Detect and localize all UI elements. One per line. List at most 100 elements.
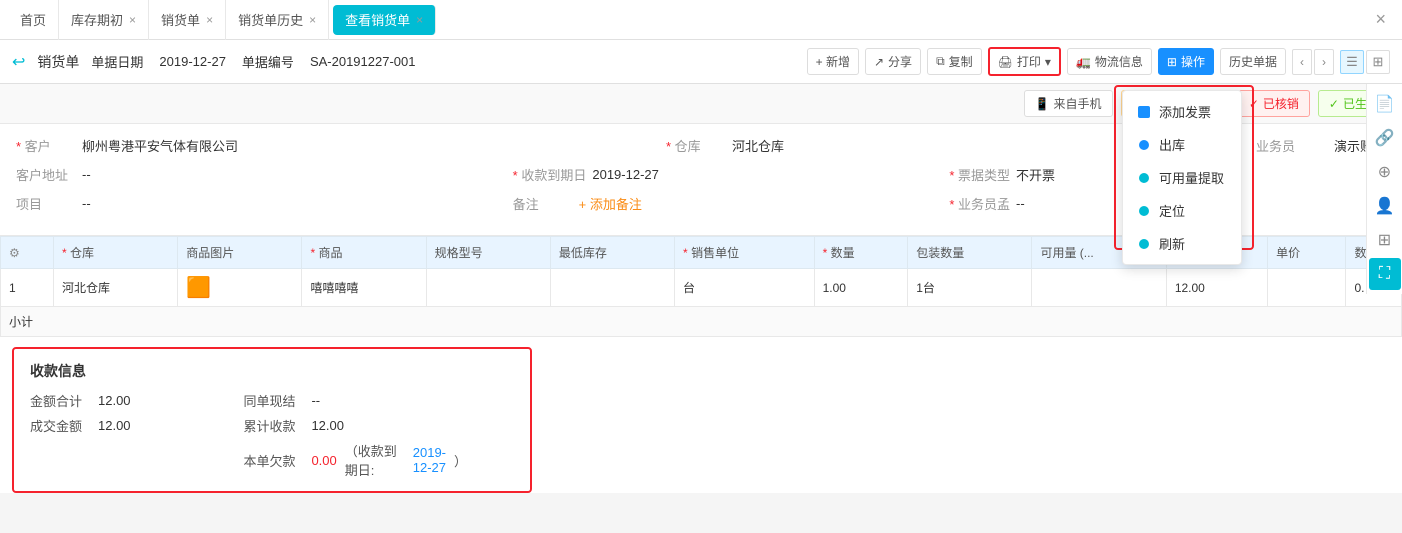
address-field: 客户地址 --: [16, 165, 453, 184]
payment-due-end: ）: [454, 451, 514, 470]
summary-box: 收款信息 金额合计 12.00 同单现结 -- 成交金额 12.00 累计收款 …: [12, 347, 532, 493]
refresh-icon-box: [1137, 237, 1151, 251]
tab-inventory[interactable]: 库存期初 ×: [59, 0, 149, 40]
row-product: 嘻嘻嘻嘻: [302, 269, 426, 307]
row-spec: [426, 269, 550, 307]
row-warehouse: 河北仓库: [54, 269, 178, 307]
tab-sales-history-close[interactable]: ×: [309, 13, 316, 27]
cumulative-payment-item: 累计收款 12.00: [243, 416, 514, 435]
customer-field: 客户 柳州粤港平安气体有限公司: [16, 136, 606, 155]
col-product: * 商品: [302, 237, 426, 269]
copy-icon: ⧉: [936, 54, 945, 69]
refresh-icon: [1139, 239, 1149, 249]
nav-prev[interactable]: ‹: [1292, 49, 1312, 75]
new-button[interactable]: + 新增: [807, 48, 859, 75]
sidebar-add-icon[interactable]: ⊕: [1369, 156, 1401, 188]
refresh-label: 刷新: [1159, 234, 1185, 253]
locate-label: 定位: [1159, 201, 1185, 220]
tab-inventory-label: 库存期初: [71, 10, 123, 29]
outbound-label: 出库: [1159, 135, 1185, 154]
sales-staff-label: 业务员孟: [949, 194, 1010, 213]
same-order-label: 同单现结: [243, 391, 303, 410]
note-label: 备注: [513, 194, 573, 213]
col-qty: * 数量: [814, 237, 908, 269]
operation-dropdown: 添加发票 出库 可用量提取 定位 刷新: [1122, 90, 1242, 265]
from-phone-button[interactable]: 📱 来自手机: [1024, 90, 1113, 117]
ticket-type-value: 不开票: [1016, 165, 1055, 184]
address-value: --: [82, 167, 91, 182]
col-gear: ⚙: [1, 237, 54, 269]
nav-next[interactable]: ›: [1314, 49, 1334, 75]
locate-item[interactable]: 定位: [1123, 194, 1241, 227]
available-qty-icon-box: [1137, 171, 1151, 185]
col-sales-unit: * 销售单位: [675, 237, 815, 269]
outbound-item[interactable]: 出库: [1123, 128, 1241, 161]
tab-view-sales[interactable]: 查看销货单 ×: [333, 5, 436, 35]
number-value: SA-20191227-001: [310, 54, 416, 69]
sidebar-link-icon[interactable]: 🔗: [1369, 122, 1401, 154]
total-amount-item: 金额合计 12.00: [30, 391, 243, 410]
window-close-button[interactable]: ×: [1367, 9, 1394, 30]
tab-sales[interactable]: 销货单 ×: [149, 0, 226, 40]
col-spec: 规格型号: [426, 237, 550, 269]
current-arrears-label: 本单欠款: [243, 451, 303, 470]
tab-sales-label: 销货单: [161, 10, 200, 29]
copy-button[interactable]: ⧉ 复制: [927, 48, 982, 75]
number-label: 单据编号: [242, 52, 294, 71]
gear-icon[interactable]: ⚙: [9, 246, 20, 260]
date-label: 单据日期: [91, 52, 143, 71]
project-label: 项目: [16, 194, 76, 213]
share-button[interactable]: ↗ 分享: [865, 48, 921, 75]
summary-title: 收款信息: [30, 361, 514, 381]
toolbar-meta: 单据日期 2019-12-27 单据编号 SA-20191227-001: [91, 52, 415, 71]
tab-sales-close[interactable]: ×: [206, 13, 213, 27]
operation-button[interactable]: ⊞ 操作: [1158, 48, 1214, 75]
grid-view-button[interactable]: ⊞: [1366, 50, 1390, 74]
row-no: 1: [1, 269, 54, 307]
col-min-stock: 最低库存: [550, 237, 674, 269]
transaction-amount-item: 成交金额 12.00: [30, 416, 243, 435]
add-invoice-item[interactable]: 添加发票: [1123, 95, 1241, 128]
warehouse-value: 河北仓库: [732, 136, 784, 155]
locate-icon: [1139, 206, 1149, 216]
row-sales-unit: 台: [675, 269, 815, 307]
tab-home[interactable]: 首页: [8, 0, 59, 40]
table-row: 1 河北仓库 🟧 嘻嘻嘻嘻 台 1.00 1台 12.00 0.: [1, 269, 1402, 307]
list-view-button[interactable]: ☰: [1340, 50, 1364, 74]
tab-sales-history-label: 销货单历史: [238, 10, 303, 29]
sidebar-grid-icon[interactable]: ⊞: [1369, 224, 1401, 256]
payment-date-value: 2019-12-27: [592, 167, 659, 182]
add-invoice-icon: [1138, 106, 1150, 118]
logistics-button[interactable]: 🚛 物流信息: [1067, 48, 1152, 75]
row-image: 🟧: [178, 269, 302, 307]
current-arrears-item: 本单欠款 0.00 （收款到期日: 2019-12-27 ）: [243, 441, 514, 479]
sidebar-expand-icon[interactable]: ⛶: [1369, 258, 1401, 290]
sidebar-doc-icon[interactable]: 📄: [1369, 88, 1401, 120]
doc-icon: ↩: [12, 52, 25, 72]
refresh-item[interactable]: 刷新: [1123, 227, 1241, 260]
row-min-stock: [550, 269, 674, 307]
view-toggle: ☰ ⊞: [1340, 50, 1390, 74]
row-available: [1032, 269, 1166, 307]
same-order-value: --: [311, 393, 320, 408]
sales-staff-value: --: [1016, 196, 1025, 211]
tab-view-sales-close[interactable]: ×: [416, 13, 423, 27]
history-button[interactable]: 历史单据: [1220, 48, 1286, 75]
right-sidebar: 📄 🔗 ⊕ 👤 ⊞ ⛶: [1366, 84, 1402, 294]
share-icon: ↗: [874, 55, 884, 69]
add-note-button[interactable]: + 添加备注: [579, 194, 642, 213]
transaction-amount-value: 12.00: [98, 418, 131, 433]
sidebar-user-icon[interactable]: 👤: [1369, 190, 1401, 222]
available-qty-item[interactable]: 可用量提取: [1123, 161, 1241, 194]
tab-inventory-close[interactable]: ×: [129, 13, 136, 27]
col-unit-price: 单价: [1268, 237, 1346, 269]
tab-sales-history[interactable]: 销货单历史 ×: [226, 0, 329, 40]
voided-badge: ✓ 已核销: [1238, 90, 1310, 117]
payment-date-label: 收款到期日: [513, 165, 587, 184]
toolbar: ↩ 销货单 单据日期 2019-12-27 单据编号 SA-20191227-0…: [0, 40, 1402, 84]
locate-icon-box: [1137, 204, 1151, 218]
print-button[interactable]: 🖨 打印 ▾: [988, 47, 1061, 76]
doc-title: 销货单: [37, 52, 79, 72]
warehouse-label: 仓库: [666, 136, 726, 155]
subtotal-label: 小计: [1, 307, 1402, 337]
